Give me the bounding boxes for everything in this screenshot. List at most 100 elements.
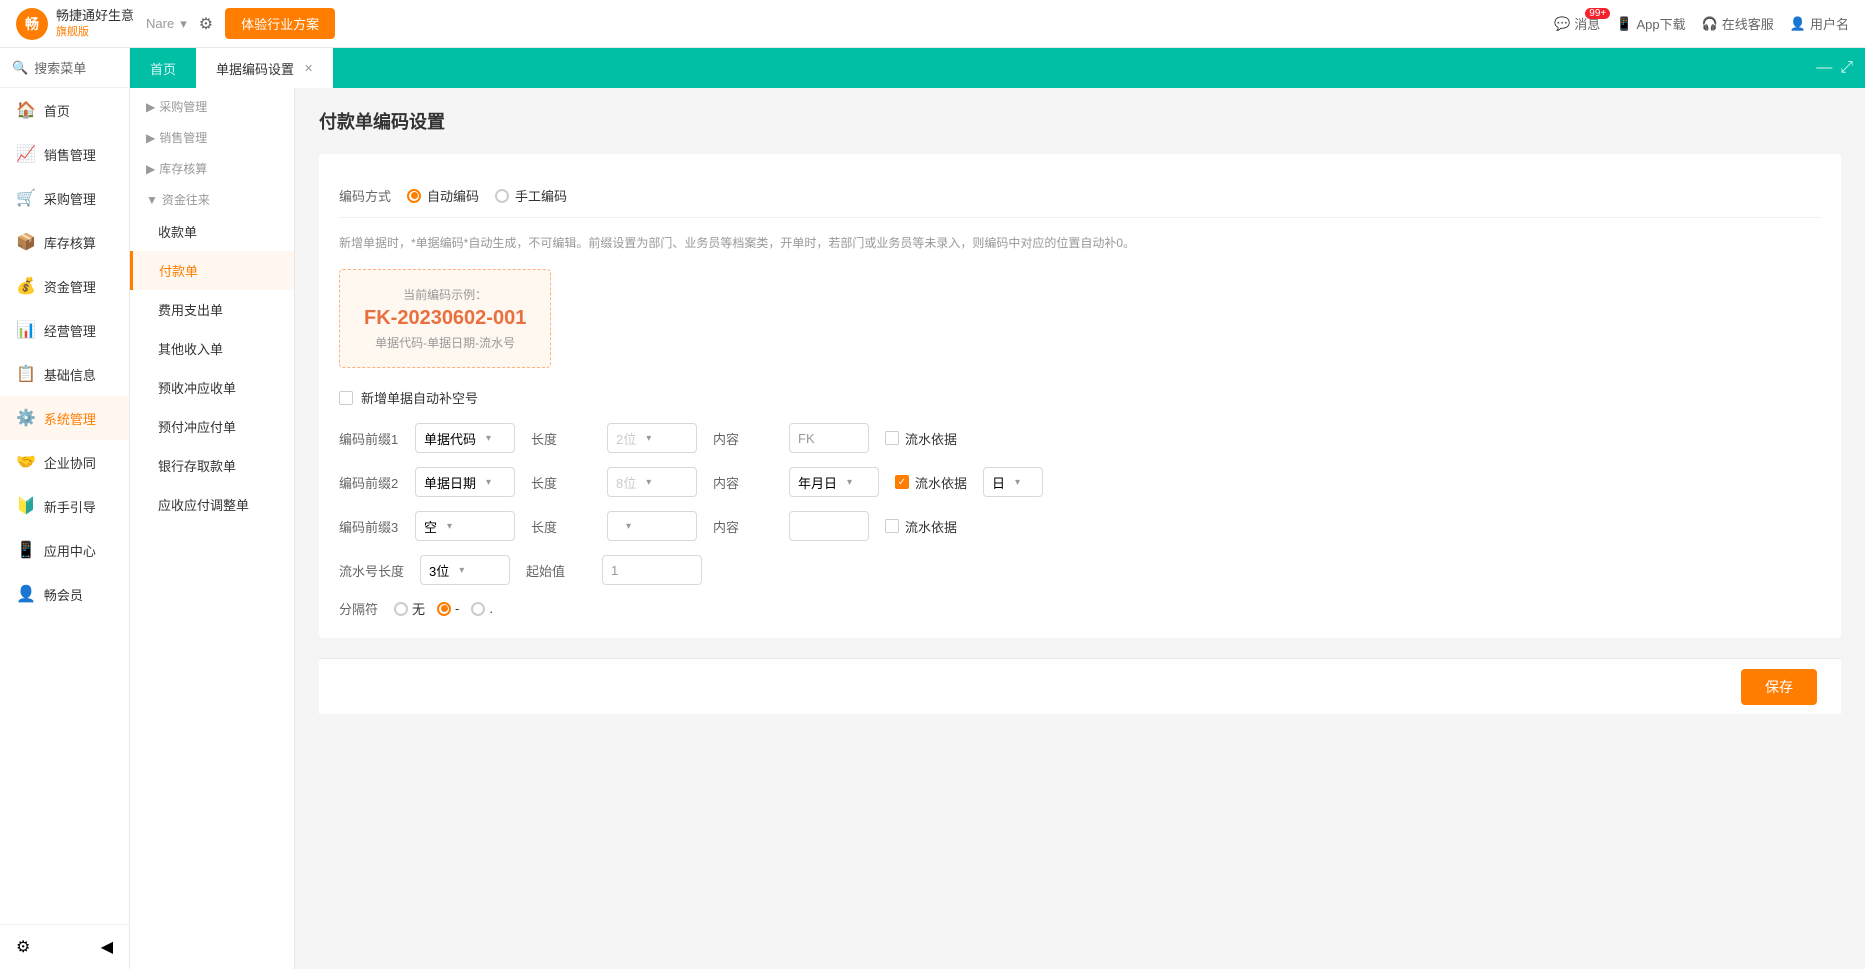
sidebar-item-app-center[interactable]: 📱 应用中心 (0, 528, 129, 572)
sidebar-search[interactable]: 🔍 搜索菜单 (0, 48, 129, 88)
second-sidebar-inventory[interactable]: ▶ 库存核算 (130, 150, 294, 181)
prefix2-period-select[interactable]: 日 ▾ (983, 467, 1043, 497)
sidebar-item-finance[interactable]: 💰 资金管理 (0, 264, 129, 308)
prefix1-stream-label: 流水依据 (905, 429, 957, 448)
code-preview-box: 当前编码示例： FK-20230602-001 单据代码-单据日期-流水号 (339, 269, 551, 368)
download-icon: 📱 (1616, 16, 1632, 32)
sidebar-item-operations[interactable]: 📊 经营管理 (0, 308, 129, 352)
online-service-item[interactable]: 🎧 在线客服 (1702, 14, 1774, 33)
prefix2-stream-checkbox[interactable]: ✓ 流水依据 (895, 473, 967, 492)
prefix1-length-label: 长度 (531, 429, 591, 448)
prefix2-period-arrow: ▾ (1015, 477, 1020, 488)
prefix1-select-value: 单据代码 (424, 429, 476, 448)
second-sidebar-expense[interactable]: 费用支出单 (130, 290, 294, 329)
purchase-icon: 🛒 (16, 188, 36, 208)
sep-none-circle (394, 602, 408, 616)
sep-dot-option[interactable]: . (471, 601, 493, 616)
auto-encode-radio[interactable]: 自动编码 (407, 186, 479, 205)
industry-btn[interactable]: 体验行业方案 (225, 8, 335, 39)
start-value: 1 (611, 563, 618, 578)
sidebar-item-cooperation[interactable]: 🤝 企业协同 (0, 440, 129, 484)
app-logo-icon: 畅 (16, 8, 48, 40)
code-preview-sub: 单据代码-单据日期-流水号 (364, 334, 526, 351)
manual-encode-circle (495, 189, 509, 203)
settings-card: 编码方式 自动编码 手工编码 (319, 154, 1841, 638)
prefix3-length-select[interactable]: ▾ (607, 511, 697, 541)
system-icon: ⚙️ (16, 408, 36, 428)
sidebar-label-basic-info: 基础信息 (44, 365, 96, 384)
prefix3-row: 编码前缀3 空 ▾ 长度 ▾ 内容 (339, 511, 1821, 541)
sidebar-item-basic-info[interactable]: 📋 基础信息 (0, 352, 129, 396)
prefix2-arrow-icon: ▾ (486, 477, 491, 488)
arrow-right-inventory-icon: ▶ (146, 162, 155, 176)
prefix2-length-select[interactable]: 8位 ▾ (607, 467, 697, 497)
user-icon: 👤 (1790, 16, 1806, 32)
search-icon: 🔍 (12, 60, 28, 76)
prefix2-length-arrow: ▾ (646, 477, 651, 488)
auto-fill-checkbox[interactable] (339, 391, 353, 405)
tab-encoding[interactable]: 单据编码设置 ✕ (196, 48, 333, 88)
second-sidebar-payment[interactable]: 付款单 (130, 251, 294, 290)
second-sidebar-funds[interactable]: ▼ 资金往来 (130, 181, 294, 212)
start-value-input[interactable]: 1 (602, 555, 702, 585)
app-download-item[interactable]: 📱 App下载 (1616, 14, 1685, 33)
membership-icon: 👤 (16, 584, 36, 604)
tab-home[interactable]: 首页 (130, 48, 196, 88)
prefix3-stream-checkbox[interactable]: 流水依据 (885, 517, 957, 536)
prefix1-arrow-icon: ▾ (486, 433, 491, 444)
second-sidebar-payable-adjust[interactable]: 应收应付调整单 (130, 485, 294, 524)
second-sidebar-bank-deposit[interactable]: 银行存取款单 (130, 446, 294, 485)
operations-icon: 📊 (16, 320, 36, 340)
prefix1-length-select[interactable]: 2位 ▾ (607, 423, 697, 453)
prefix1-length-value: 2位 (616, 429, 636, 448)
arrow-right-icon: ▶ (146, 100, 155, 114)
serial-length-arrow: ▾ (459, 565, 464, 576)
prefix2-period-value: 日 (992, 473, 1005, 492)
sidebar-item-system[interactable]: ⚙️ 系统管理 (0, 396, 129, 440)
prefix3-select[interactable]: 空 ▾ (415, 511, 515, 541)
sidebar-item-sales[interactable]: 📈 销售管理 (0, 132, 129, 176)
serial-length-select[interactable]: 3位 ▾ (420, 555, 510, 585)
second-sidebar-other-income[interactable]: 其他收入单 (130, 329, 294, 368)
logo-area: 畅 畅捷通好生意 旗舰版 (16, 8, 134, 40)
sep-none-option[interactable]: 无 (394, 599, 425, 618)
sep-dash-option[interactable]: - (437, 601, 459, 616)
content-wrapper: ▶ 采购管理 ▶ 销售管理 ▶ 库存核算 ▼ 资金往来 收款单 (130, 88, 1865, 969)
second-sidebar-advance-payment[interactable]: 预付冲应付单 (130, 407, 294, 446)
tab-maximize-btn[interactable]: ⤢ (1840, 59, 1853, 77)
messages-item[interactable]: 💬 消息 99+ (1554, 14, 1600, 33)
sidebar-label-membership: 畅会员 (44, 585, 83, 604)
settings-icon[interactable]: ⚙ (199, 14, 213, 34)
bottom-bar: 保存 (319, 658, 1841, 714)
finance-icon: 💰 (16, 276, 36, 296)
sidebar-item-guide[interactable]: 🔰 新手引导 (0, 484, 129, 528)
user-avatar[interactable]: 👤 用户名 (1790, 14, 1849, 33)
encoding-method-label: 编码方式 (339, 186, 391, 205)
sidebar-label-system: 系统管理 (44, 409, 96, 428)
tab-minimize-btn[interactable]: — (1816, 59, 1832, 77)
manual-encode-radio[interactable]: 手工编码 (495, 186, 567, 205)
second-sidebar-receipt[interactable]: 收款单 (130, 212, 294, 251)
save-button[interactable]: 保存 (1741, 669, 1817, 705)
second-sidebar-purchase[interactable]: ▶ 采购管理 (130, 88, 294, 119)
sidebar-item-home[interactable]: 🏠 首页 (0, 88, 129, 132)
main-layout: 🔍 搜索菜单 🏠 首页 📈 销售管理 🛒 采购管理 📦 库存核算 💰 资金管理 … (0, 48, 1865, 969)
prefix1-stream-checkbox[interactable]: 流水依据 (885, 429, 957, 448)
sidebar-item-purchase[interactable]: 🛒 采购管理 (0, 176, 129, 220)
sep-dash-circle (437, 602, 451, 616)
breadcrumb: Nare ▾ (146, 16, 187, 32)
prefix1-select[interactable]: 单据代码 ▾ (415, 423, 515, 453)
sidebar-collapse-icon[interactable]: ◀ (101, 937, 113, 957)
sidebar-item-inventory[interactable]: 📦 库存核算 (0, 220, 129, 264)
sidebar-item-membership[interactable]: 👤 畅会员 (0, 572, 129, 616)
second-sidebar-sales[interactable]: ▶ 销售管理 (130, 119, 294, 150)
app-name: 畅捷通好生意 (56, 8, 134, 24)
sep-dot-label: . (489, 601, 493, 616)
prefix3-label: 编码前缀3 (339, 517, 399, 536)
settings-gear-icon[interactable]: ⚙ (16, 937, 30, 957)
tab-close-icon[interactable]: ✕ (304, 62, 313, 75)
prefix2-content-select[interactable]: 年月日 ▾ (789, 467, 879, 497)
code-preview-value: FK-20230602-001 (364, 307, 526, 330)
prefix2-select[interactable]: 单据日期 ▾ (415, 467, 515, 497)
second-sidebar-advance-receipt[interactable]: 预收冲应收单 (130, 368, 294, 407)
